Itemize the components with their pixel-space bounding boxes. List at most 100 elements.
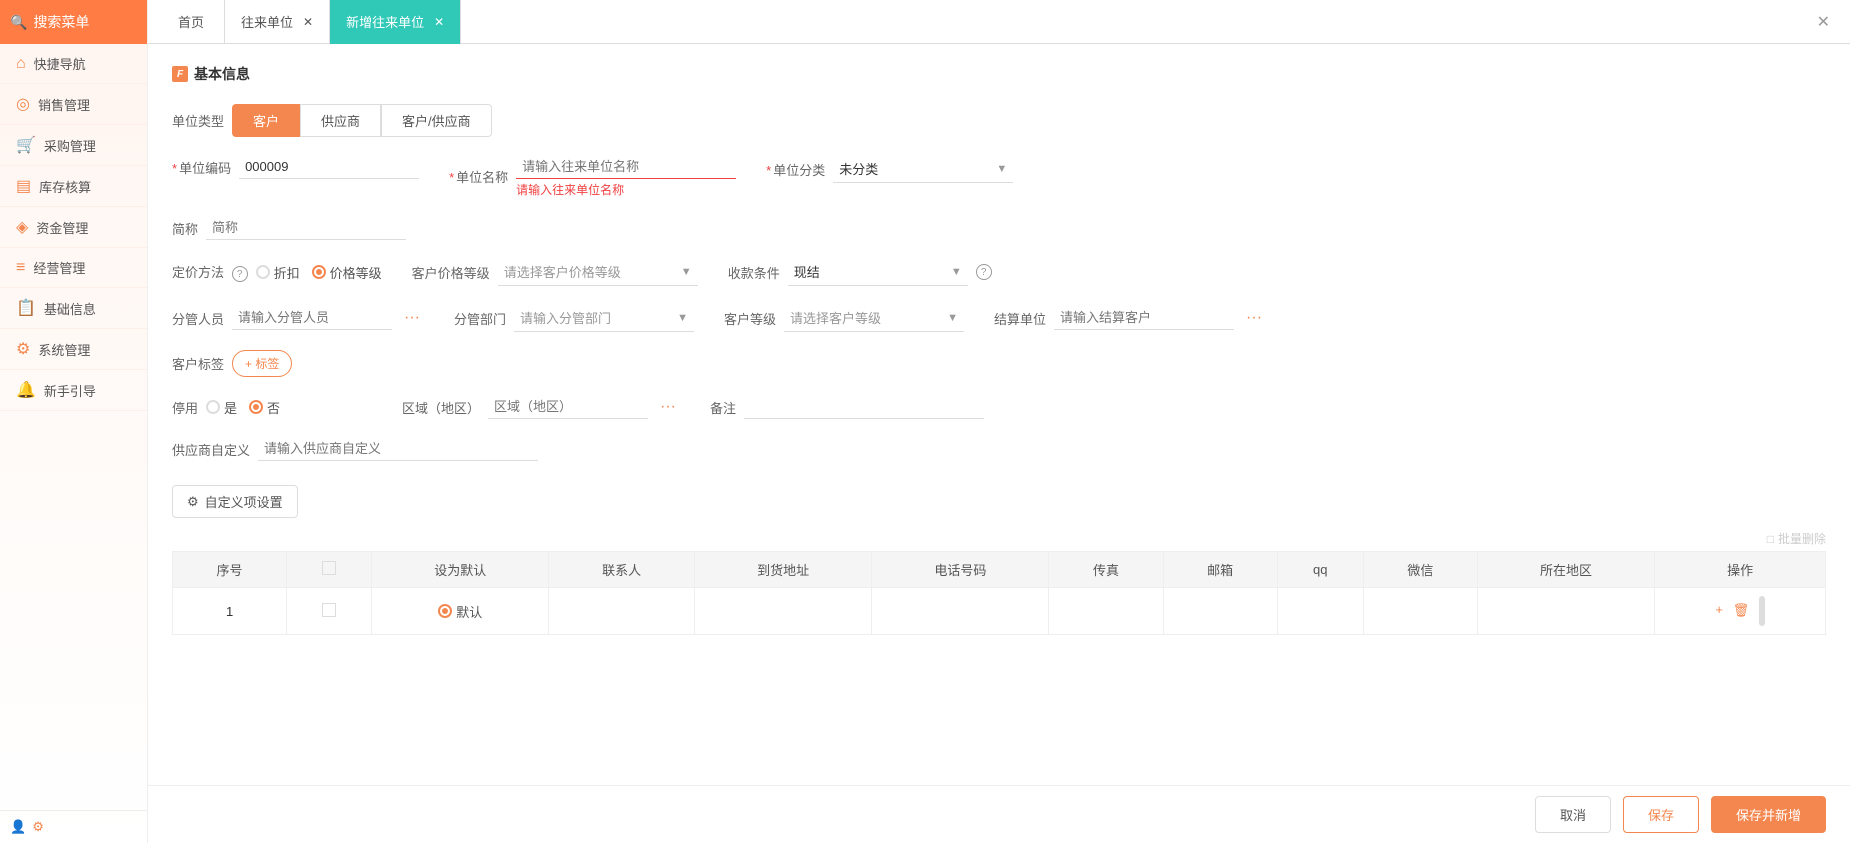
sidebar-item-finance[interactable]: ◈ 资金管理	[0, 207, 147, 248]
sidebar-item-sales[interactable]: ◎ 销售管理	[0, 84, 147, 125]
region-more-btn[interactable]: ···	[656, 398, 680, 416]
settlement-more-btn[interactable]: ···	[1242, 309, 1266, 327]
customer-level-field: 客户等级 请选择客户等级 ▼	[724, 304, 964, 332]
custom-settings-label: 自定义项设置	[205, 492, 283, 511]
row-address	[694, 588, 871, 635]
col-fax: 传真	[1049, 552, 1163, 588]
add-row-btn[interactable]: +	[1715, 602, 1723, 617]
customer-level-chevron-icon: ▼	[947, 312, 958, 324]
manager-row: 分管人员 ··· 分管部门 请输入分管部门 ▼ 客户等级 请选择客户等级 ▼	[172, 304, 1826, 332]
region-input[interactable]	[488, 395, 648, 419]
unit-category-value: 未分类	[839, 159, 992, 178]
form-footer: 取消 保存 保存并新增	[148, 785, 1850, 843]
add-tag-button[interactable]: + 标签	[232, 350, 292, 377]
sidebar-item-system[interactable]: ⚙ 系统管理	[0, 329, 147, 370]
section-icon: F	[172, 66, 188, 82]
abbreviation-row: 简称	[172, 216, 1826, 240]
payment-terms-select[interactable]: 现结 ▼	[788, 258, 968, 286]
operations-icon: ≡	[16, 259, 25, 277]
batch-delete-label[interactable]: 批量删除	[1778, 530, 1826, 547]
row-wechat	[1363, 588, 1477, 635]
price-level-chevron-icon: ▼	[681, 266, 692, 278]
col-checkbox	[287, 552, 372, 588]
abbreviation-input[interactable]	[206, 216, 406, 240]
payment-terms-value: 现结	[794, 262, 947, 281]
contacts-table: 序号 设为默认 联系人 到货地址 电话号码 传真 邮箱 qq 微信 所在地区 操…	[172, 551, 1826, 635]
tag-row: 客户标签 + 标签	[172, 350, 1826, 377]
manager-more-btn[interactable]: ···	[400, 309, 424, 327]
manager-input[interactable]	[232, 306, 392, 330]
row-fax	[1049, 588, 1163, 635]
supplier-custom-input[interactable]	[258, 437, 538, 461]
sidebar-search[interactable]: 🔍 搜索菜单	[0, 0, 147, 44]
newbie-icon: 🔔	[16, 380, 36, 400]
unit-code-input[interactable]	[239, 155, 419, 179]
tab-partner[interactable]: 往来单位 ✕	[225, 0, 330, 44]
save-button[interactable]: 保存	[1623, 796, 1699, 833]
cancel-button[interactable]: 取消	[1535, 796, 1611, 833]
unit-name-input[interactable]	[516, 155, 736, 179]
sidebar-item-label: 采购管理	[44, 136, 96, 155]
customer-price-level-field: 客户价格等级 请选择客户价格等级 ▼	[412, 258, 698, 286]
pricing-method-label: 定价方法 ?	[172, 262, 248, 283]
settlement-unit-input[interactable]	[1054, 306, 1234, 330]
sidebar-item-label: 资金管理	[36, 218, 88, 237]
header-checkbox[interactable]	[322, 561, 336, 575]
tab-partner-close[interactable]: ✕	[303, 15, 313, 29]
form-content: F 基本信息 单位类型 客户 供应商 客户/供应商 *单位编码	[148, 44, 1850, 785]
unit-type-both-btn[interactable]: 客户/供应商	[381, 104, 492, 137]
disabled-yes-label: 是	[224, 398, 237, 417]
pricing-level-option[interactable]: 价格等级	[312, 263, 382, 282]
region-field: 区域（地区） ···	[402, 395, 680, 419]
disabled-no-option[interactable]: 否	[249, 398, 280, 417]
col-address: 到货地址	[694, 552, 871, 588]
disabled-no-label: 否	[267, 398, 280, 417]
settlement-unit-label: 结算单位	[994, 309, 1046, 328]
pricing-level-radio	[312, 265, 326, 279]
sidebar-search-label: 搜索菜单	[33, 12, 89, 32]
code-required-star: *	[172, 161, 177, 176]
sidebar-bottom: 👤 ⚙	[0, 810, 147, 843]
pricing-radio-group: 折扣 价格等级	[256, 263, 382, 282]
tabbar-close-button[interactable]: ✕	[1807, 12, 1840, 32]
remark-input[interactable]	[744, 395, 984, 419]
pricing-help-icon[interactable]: ?	[232, 266, 248, 282]
cat-required-star: *	[766, 163, 771, 178]
unit-type-customer-btn[interactable]: 客户	[232, 104, 300, 137]
sidebar-item-operations[interactable]: ≡ 经营管理	[0, 248, 147, 288]
main-area: 首页 往来单位 ✕ 新增往来单位 ✕ ✕ F 基本信息 单位类型 客户 供应商 …	[148, 0, 1850, 843]
sidebar-item-quick-nav[interactable]: ⌂ 快捷导航	[0, 44, 147, 84]
sidebar-item-newbie[interactable]: 🔔 新手引导	[0, 370, 147, 411]
disabled-yes-option[interactable]: 是	[206, 398, 237, 417]
sidebar-item-inventory[interactable]: ▤ 库存核算	[0, 166, 147, 207]
customer-level-select[interactable]: 请选择客户等级 ▼	[784, 304, 964, 332]
tab-new-partner-close[interactable]: ✕	[434, 15, 444, 29]
col-phone: 电话号码	[872, 552, 1049, 588]
disabled-region-row: 停用 是 否 区域（地区） ···	[172, 395, 1826, 419]
save-and-new-button[interactable]: 保存并新增	[1711, 796, 1826, 833]
row-1-checkbox[interactable]	[322, 603, 336, 617]
tab-home[interactable]: 首页	[158, 0, 225, 44]
region-label: 区域（地区）	[402, 398, 480, 417]
unit-type-supplier-btn[interactable]: 供应商	[300, 104, 381, 137]
pricing-discount-option[interactable]: 折扣	[256, 263, 300, 282]
payment-terms-label: 收款条件	[728, 263, 780, 282]
tab-new-partner-label: 新增往来单位	[346, 12, 424, 31]
unit-category-select[interactable]: 未分类 ▼	[833, 155, 1013, 183]
customer-price-level-select[interactable]: 请选择客户价格等级 ▼	[498, 258, 698, 286]
delete-row-btn[interactable]: 🗑	[1733, 602, 1750, 617]
tab-new-partner[interactable]: 新增往来单位 ✕	[330, 0, 461, 44]
payment-terms-help-icon[interactable]: ?	[976, 264, 992, 280]
sidebar-item-basic-info[interactable]: 📋 基础信息	[0, 288, 147, 329]
row-region	[1477, 588, 1654, 635]
sidebar-item-label: 新手引导	[44, 381, 96, 400]
search-icon: 🔍	[10, 14, 27, 31]
custom-settings-button[interactable]: ⚙ 自定义项设置	[172, 485, 298, 518]
customer-level-label: 客户等级	[724, 309, 776, 328]
unit-category-label: *单位分类	[766, 160, 825, 179]
sidebar-item-purchase[interactable]: 🛒 采购管理	[0, 125, 147, 166]
dept-field: 分管部门 请输入分管部门 ▼	[454, 304, 694, 332]
dept-select[interactable]: 请输入分管部门 ▼	[514, 304, 694, 332]
remark-label: 备注	[710, 398, 736, 417]
row-default-radio[interactable]: 默认	[382, 602, 538, 621]
